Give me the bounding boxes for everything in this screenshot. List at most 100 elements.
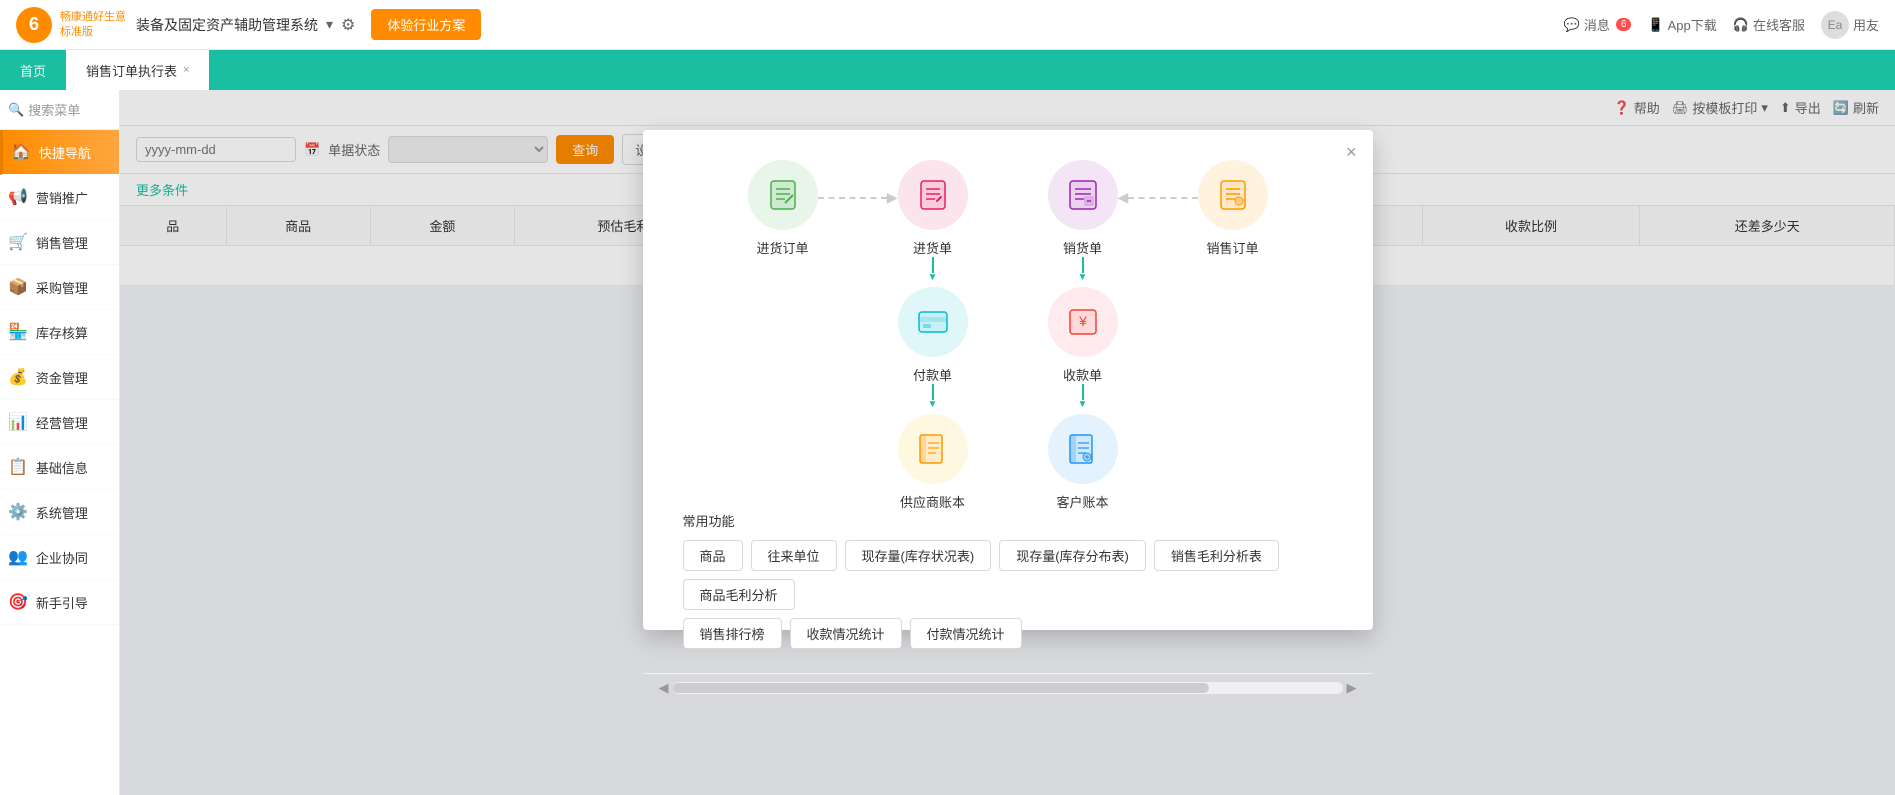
- content-area: ❓ 帮助 🖨 按模板打印 ▾ ⬆ 导出 🔄 刷新 📅 单据状态: [120, 90, 1895, 795]
- function-buttons-row1: 商品 往来单位 现存量(库存状况表) 现存量(库存分布表) 销售毛利分析表 商品…: [683, 540, 1333, 610]
- sales-circle[interactable]: [1048, 160, 1118, 230]
- purchase-order-label: 进货订单: [756, 238, 808, 257]
- purchase-label: 进货单: [913, 238, 952, 257]
- basic-info-icon: 📋: [8, 457, 28, 477]
- tab-sales[interactable]: 销售订单执行表 ×: [66, 50, 209, 90]
- app-download-item[interactable]: 📱 App下载: [1647, 15, 1716, 34]
- system-icon: ⚙️: [8, 502, 28, 522]
- sales-icon: 🛒: [8, 232, 28, 252]
- flow-item-purchase-order: 进货订单: [748, 160, 818, 257]
- guide-icon: 🎯: [8, 592, 28, 612]
- download-icon: 📱: [1647, 17, 1663, 33]
- avatar: Ea: [1821, 11, 1849, 39]
- sidebar-item-system[interactable]: ⚙️ 系统管理: [0, 490, 119, 535]
- customer-ledger-label: 客户账本: [1056, 492, 1108, 511]
- s4: [1118, 384, 1198, 410]
- sidebar-item-sales[interactable]: 🛒 销售管理: [0, 220, 119, 265]
- sidebar-item-finance[interactable]: 💰 资金管理: [0, 355, 119, 400]
- search-icon: 🔍: [8, 102, 24, 118]
- fn-btn-product-gross[interactable]: 商品毛利分析: [683, 579, 795, 610]
- fn-btn-stock-dist[interactable]: 现存量(库存分布表): [999, 540, 1146, 571]
- arrow-1: ▶: [818, 189, 898, 206]
- sidebar: 🔍 搜索菜单 🏠 快捷导航 📢 营销推广 🛒 销售管理 📦 采购管理 🏪 库存核…: [0, 90, 120, 795]
- scroll-left-icon[interactable]: ◀: [655, 680, 673, 696]
- logo-icon: 6: [16, 7, 52, 43]
- message-icon: 💬: [1564, 17, 1580, 33]
- nav-tabs: 首页 销售订单执行表 × ×: [0, 50, 1895, 90]
- fn-btn-stock-status[interactable]: 现存量(库存状况表): [845, 540, 992, 571]
- scroll-track[interactable]: [673, 682, 1343, 694]
- fn-btn-sales-rank[interactable]: 销售排行榜: [683, 618, 782, 649]
- scroll-right-icon[interactable]: ▶: [1343, 680, 1361, 696]
- modal: × 进货订单: [643, 130, 1373, 630]
- arrow-2: ◀: [1118, 189, 1198, 206]
- purchase-icon: 📦: [8, 277, 28, 297]
- flow-item-sales: 销货单: [1048, 160, 1118, 257]
- tab-close-icon[interactable]: ×: [183, 64, 189, 76]
- s3: [968, 384, 1048, 410]
- down-arrow-receipt: ▼: [1048, 384, 1118, 410]
- settings-icon[interactable]: ⚙: [341, 15, 355, 35]
- customer-service-item[interactable]: 🎧 在线客服: [1733, 15, 1805, 34]
- tab-home[interactable]: 首页: [0, 50, 66, 90]
- finance-icon: 💰: [8, 367, 28, 387]
- payment-label: 付款单: [913, 365, 952, 384]
- message-badge: 6: [1616, 18, 1632, 31]
- supplier-ledger-label: 供应商账本: [900, 492, 965, 511]
- purchase-order-circle[interactable]: [748, 160, 818, 230]
- message-item[interactable]: 💬 消息 6: [1564, 15, 1632, 34]
- flow-item-receipt: ¥ 收款单: [1048, 287, 1118, 384]
- flow-item-purchase: 进货单: [898, 160, 968, 257]
- receipt-circle[interactable]: ¥: [1048, 287, 1118, 357]
- scroll-thumb: [673, 683, 1209, 693]
- s5: [1198, 384, 1268, 410]
- sidebar-item-inventory[interactable]: 🏪 库存核算: [0, 310, 119, 355]
- sidebar-item-enterprise[interactable]: 👥 企业协同: [0, 535, 119, 580]
- spacer-mid: [968, 257, 1048, 283]
- sidebar-search[interactable]: 🔍 搜索菜单: [0, 90, 119, 130]
- top-header: 6 畅康通好生意 标准版 装备及固定资产辅助管理系统 ▾ ⚙ 体验行业方案 💬 …: [0, 0, 1895, 50]
- fn-btn-product[interactable]: 商品: [683, 540, 743, 571]
- logo-text: 畅康通好生意 标准版: [60, 10, 126, 39]
- sidebar-item-purchase[interactable]: 📦 采购管理: [0, 265, 119, 310]
- s2: [818, 384, 898, 410]
- sidebar-item-quick-nav[interactable]: 🏠 快捷导航: [0, 130, 119, 175]
- function-buttons-row2: 销售排行榜 收款情况统计 付款情况统计: [683, 618, 1333, 649]
- header-right: 💬 消息 6 📱 App下载 🎧 在线客服 Ea 用友: [1564, 11, 1879, 39]
- sales-order-circle[interactable]: [1198, 160, 1268, 230]
- sidebar-item-guide[interactable]: 🎯 新手引导: [0, 580, 119, 625]
- spacer-right: [1198, 257, 1268, 283]
- sidebar-item-marketing[interactable]: 📢 营销推广: [0, 175, 119, 220]
- user-item[interactable]: Ea 用友: [1821, 11, 1879, 39]
- modal-close-icon[interactable]: ×: [1346, 142, 1357, 163]
- sidebar-item-operations[interactable]: 📊 经营管理: [0, 400, 119, 445]
- flow-item-customer-ledger: 客户账本: [1048, 414, 1118, 511]
- fn-btn-payment-stats[interactable]: 付款情况统计: [910, 618, 1022, 649]
- fn-btn-counterpart[interactable]: 往来单位: [751, 540, 837, 571]
- service-icon: 🎧: [1733, 17, 1749, 33]
- supplier-ledger-circle[interactable]: [898, 414, 968, 484]
- trial-button[interactable]: 体验行业方案: [371, 9, 481, 40]
- sidebar-item-basic-info[interactable]: 📋 基础信息: [0, 445, 119, 490]
- fn-btn-sales-gross[interactable]: 销售毛利分析表: [1154, 540, 1279, 571]
- main-layout: 🔍 搜索菜单 🏠 快捷导航 📢 营销推广 🛒 销售管理 📦 采购管理 🏪 库存核…: [0, 90, 1895, 795]
- common-functions: 常用功能 商品 往来单位 现存量(库存状况表) 现存量(库存分布表) 销售毛利分…: [643, 511, 1373, 673]
- quick-nav-icon: 🏠: [11, 142, 31, 162]
- down-arrow-purchase: ▼: [898, 257, 968, 283]
- modal-scrollbar: ◀ ▶: [643, 673, 1373, 702]
- fn-btn-receipt-stats[interactable]: 收款情况统计: [790, 618, 902, 649]
- enterprise-icon: 👥: [8, 547, 28, 567]
- receipt-label: 收款单: [1063, 365, 1102, 384]
- marketing-icon: 📢: [8, 187, 28, 207]
- purchase-circle[interactable]: [898, 160, 968, 230]
- sales-order-label: 销售订单: [1206, 238, 1258, 257]
- flow-row-3: 供应商账本: [643, 410, 1373, 511]
- system-title-dropdown-icon[interactable]: ▾: [326, 16, 333, 33]
- customer-ledger-circle[interactable]: [1048, 414, 1118, 484]
- spacer-arrow1: [818, 257, 898, 283]
- spacer-left: [748, 257, 818, 283]
- payment-circle[interactable]: [898, 287, 968, 357]
- flow-row-1: 进货订单 ▶: [643, 130, 1373, 257]
- down-arrows-row-2: ▼ ▼: [643, 384, 1373, 410]
- logo-area: 6 畅康通好生意 标准版: [16, 7, 136, 43]
